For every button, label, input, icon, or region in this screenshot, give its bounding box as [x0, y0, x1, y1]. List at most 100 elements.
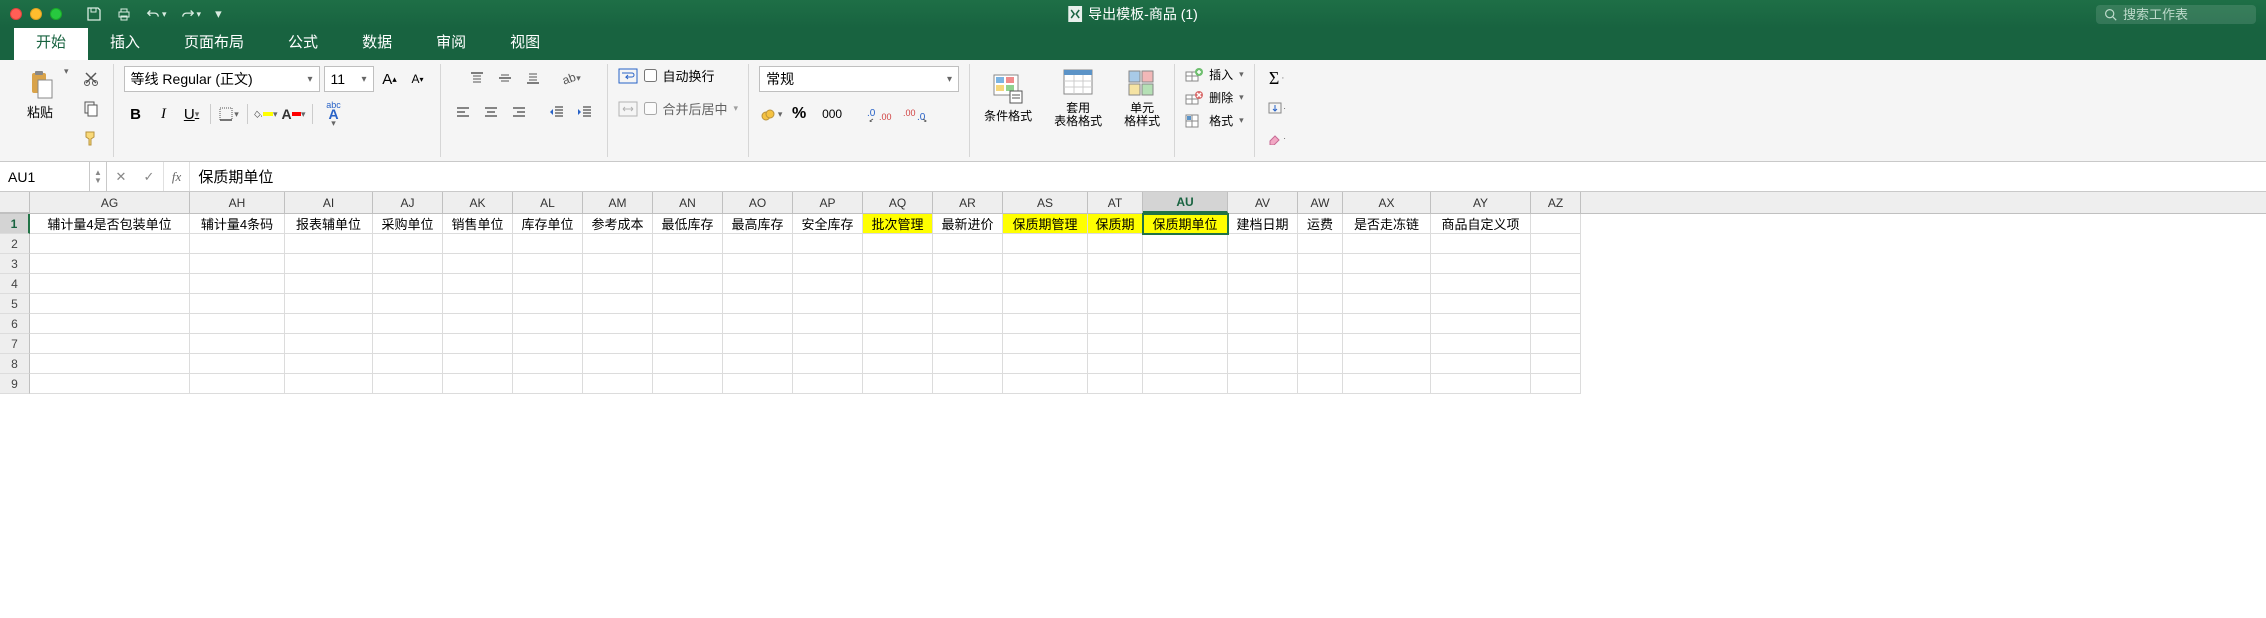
search-box[interactable] [2096, 5, 2256, 24]
cell[interactable] [190, 294, 285, 314]
cell[interactable] [30, 334, 190, 354]
close-window-button[interactable] [10, 8, 22, 20]
tab-3[interactable]: 公式 [266, 25, 340, 60]
cell[interactable] [30, 314, 190, 334]
cell[interactable]: 库存单位 [513, 214, 583, 234]
cell[interactable] [793, 314, 863, 334]
align-bottom-button[interactable] [521, 66, 545, 90]
cell[interactable] [1003, 374, 1088, 394]
cell[interactable] [1343, 234, 1431, 254]
phonetic-button[interactable]: abcA▾ [319, 102, 349, 126]
cell[interactable] [513, 294, 583, 314]
cell[interactable] [1431, 374, 1531, 394]
align-left-button[interactable] [451, 100, 475, 124]
tab-4[interactable]: 数据 [340, 25, 414, 60]
tab-6[interactable]: 视图 [488, 25, 562, 60]
row-header[interactable]: 4 [0, 274, 30, 294]
cell[interactable] [443, 354, 513, 374]
tab-1[interactable]: 插入 [88, 25, 162, 60]
cancel-formula-button[interactable]: ✕ [107, 162, 135, 191]
cell[interactable]: 保质期 [1088, 214, 1143, 234]
row-header[interactable]: 2 [0, 234, 30, 254]
cell[interactable] [30, 374, 190, 394]
column-header[interactable]: AU [1143, 192, 1228, 213]
cell[interactable] [1343, 314, 1431, 334]
cell[interactable] [1298, 254, 1343, 274]
cell[interactable] [723, 294, 793, 314]
conditional-format-button[interactable]: 条件格式 [980, 71, 1036, 126]
cell[interactable] [443, 374, 513, 394]
column-header[interactable]: AG [30, 192, 190, 213]
print-icon[interactable] [116, 6, 132, 22]
font-size-combo[interactable]: 11▾ [324, 66, 374, 92]
align-middle-button[interactable] [493, 66, 517, 90]
name-box[interactable]: AU1 [0, 162, 90, 191]
cell[interactable] [1298, 334, 1343, 354]
column-header[interactable]: AH [190, 192, 285, 213]
cell[interactable]: 运费 [1298, 214, 1343, 234]
cell[interactable] [723, 254, 793, 274]
column-header[interactable]: AW [1298, 192, 1343, 213]
cell[interactable] [513, 254, 583, 274]
cell[interactable] [863, 274, 933, 294]
format-cells-button[interactable]: 格式▾ [1185, 112, 1244, 129]
cell[interactable] [1343, 254, 1431, 274]
column-header[interactable]: AZ [1531, 192, 1581, 213]
cell[interactable] [793, 254, 863, 274]
cell[interactable] [513, 234, 583, 254]
column-header[interactable]: AT [1088, 192, 1143, 213]
cell[interactable] [933, 274, 1003, 294]
cell[interactable] [793, 374, 863, 394]
cell[interactable] [1003, 294, 1088, 314]
cell[interactable] [285, 254, 373, 274]
align-right-button[interactable] [507, 100, 531, 124]
cell[interactable]: 保质期管理 [1003, 214, 1088, 234]
cell[interactable] [443, 314, 513, 334]
cell[interactable] [583, 314, 653, 334]
cell[interactable] [793, 334, 863, 354]
cell[interactable] [1343, 354, 1431, 374]
cell[interactable] [1003, 274, 1088, 294]
decrease-indent-button[interactable] [545, 100, 569, 124]
italic-button[interactable]: I [152, 102, 176, 126]
cell[interactable] [285, 234, 373, 254]
column-header[interactable]: AX [1343, 192, 1431, 213]
cell[interactable] [285, 314, 373, 334]
cell[interactable] [1298, 354, 1343, 374]
qat-customize[interactable]: ▾ [215, 6, 222, 22]
cell[interactable] [1343, 374, 1431, 394]
cell[interactable]: 最高库存 [723, 214, 793, 234]
fill-button[interactable]: · [1265, 96, 1289, 120]
percent-button[interactable]: % [787, 102, 811, 126]
font-name-combo[interactable]: 等线 Regular (正文)▾ [124, 66, 320, 92]
row-header[interactable]: 3 [0, 254, 30, 274]
column-header[interactable]: AL [513, 192, 583, 213]
cell[interactable] [793, 234, 863, 254]
cell[interactable] [1003, 234, 1088, 254]
cell[interactable] [513, 374, 583, 394]
cell[interactable] [443, 234, 513, 254]
row-header[interactable]: 8 [0, 354, 30, 374]
cell[interactable] [190, 274, 285, 294]
cell[interactable] [863, 234, 933, 254]
increase-decimal-button[interactable]: .0.00 [865, 102, 897, 126]
cell[interactable] [1298, 374, 1343, 394]
cell[interactable] [583, 274, 653, 294]
cell[interactable] [443, 294, 513, 314]
comma-button[interactable]: 000 [815, 102, 849, 126]
cell[interactable] [863, 354, 933, 374]
cell[interactable]: 采购单位 [373, 214, 443, 234]
cell[interactable] [863, 334, 933, 354]
column-header[interactable]: AJ [373, 192, 443, 213]
cell[interactable] [1088, 234, 1143, 254]
paste-button[interactable]: 粘贴 [20, 66, 60, 123]
column-header[interactable]: AN [653, 192, 723, 213]
merge-center-button[interactable]: 合并后居中 ▾ [618, 99, 739, 118]
cell[interactable] [1088, 354, 1143, 374]
cell[interactable]: 最新进价 [933, 214, 1003, 234]
cell[interactable] [373, 254, 443, 274]
delete-cells-button[interactable]: 删除▾ [1185, 89, 1244, 106]
cell[interactable]: 辅计量4条码 [190, 214, 285, 234]
cell[interactable] [1143, 354, 1228, 374]
cell[interactable] [30, 234, 190, 254]
